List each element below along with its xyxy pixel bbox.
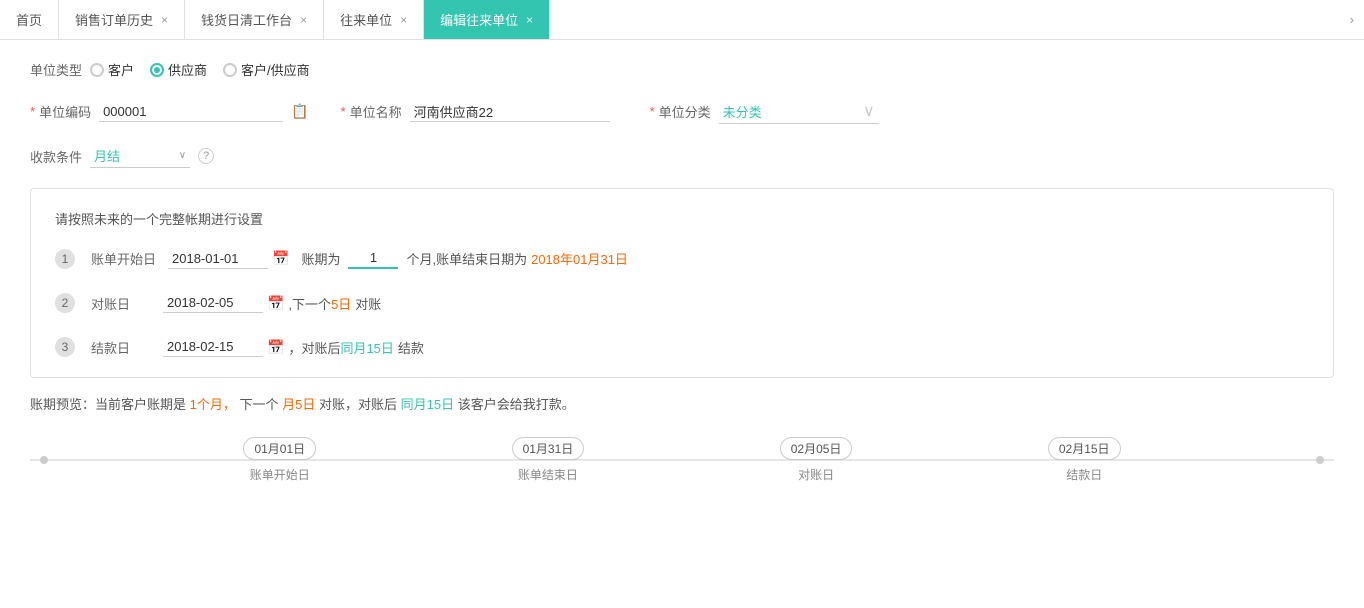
required-star-category: * (650, 104, 655, 119)
unit-type-label: 单位类型 (30, 60, 82, 79)
preview-highlight-2: 月5日 (282, 397, 315, 412)
period-count-input[interactable] (348, 248, 398, 269)
unit-name-input[interactable] (410, 102, 610, 122)
timeline-dot-left (40, 456, 48, 464)
payment-suffix: 结款 (398, 338, 424, 357)
calendar-icon-3[interactable]: 📅 (267, 339, 284, 356)
required-star-code: * (30, 104, 35, 119)
tab-edit-partner-unit[interactable]: 编辑往来单位 × (424, 0, 550, 39)
timeline-node-label-3: 对账日 (798, 466, 834, 483)
timeline-items: 01月01日 账单开始日 01月31日 账单结束日 02月05日 对账日 02月… (40, 437, 1324, 483)
unit-type-radio-group: 客户 供应商 客户/供应商 (90, 60, 310, 79)
tab-cash-work[interactable]: 钱货日清工作台 × (185, 0, 324, 39)
copy-icon[interactable]: 📋 (291, 103, 308, 120)
preview-text-3: 对账，对账后 (319, 397, 397, 412)
tab-close-sales-order-history[interactable]: × (161, 13, 168, 27)
reconciliation-prefix: ,下一个 (288, 294, 331, 313)
reconciliation-date-input[interactable] (163, 293, 263, 313)
tab-close-cash-work[interactable]: × (300, 13, 307, 27)
radio-label-supplier: 供应商 (168, 60, 207, 79)
tab-close-partner-unit[interactable]: × (400, 13, 407, 27)
preview-text-2: 下一个 (240, 397, 279, 412)
timeline-badge-2: 01月31日 (512, 437, 585, 460)
timeline-node-3: 02月05日 对账日 (780, 437, 853, 483)
payment-prefix: ，对账后 (288, 338, 340, 357)
timeline-node-2: 01月31日 账单结束日 (512, 437, 585, 483)
preview-highlight-3: 同月15日 (401, 397, 454, 412)
preview-text: 账期预览：当前客户账期是 1个月， 下一个 月5日 对账，对账后 同月15日 该… (30, 394, 1334, 413)
unit-category-value: 未分类 (723, 102, 857, 121)
payment-day-highlight: 同月15日 (340, 338, 393, 357)
unit-category-label: 单位分类 (659, 102, 711, 121)
account-start-date-input[interactable] (168, 249, 268, 269)
period-field-label-3: 结款日 (91, 338, 151, 357)
unit-name-label: 单位名称 (350, 102, 402, 121)
timeline-node-4: 02月15日 结款日 (1048, 437, 1121, 483)
radio-label-customer-supplier: 客户/供应商 (241, 60, 310, 79)
tab-home[interactable]: 首页 (0, 0, 59, 39)
period-number-3: 3 (55, 337, 75, 357)
timeline-node-label-4: 结款日 (1066, 466, 1102, 483)
tab-partner-unit[interactable]: 往来单位 × (324, 0, 424, 39)
period-row-1: 1 账单开始日 📅 账期为 个月,账单结束日期为 2018年01月31日 (55, 248, 1309, 269)
preview-text-4: 该客户会给我打款。 (458, 397, 575, 412)
payment-row: 收款条件 月结 ∨ ? (30, 144, 1334, 168)
radio-customer-supplier[interactable]: 客户/供应商 (223, 60, 310, 79)
radio-customer[interactable]: 客户 (90, 60, 134, 79)
unit-category-dropdown[interactable]: 未分类 ∨ (719, 99, 879, 124)
calendar-icon-1[interactable]: 📅 (272, 250, 289, 267)
calendar-icon-2[interactable]: 📅 (267, 295, 284, 312)
timeline-badge-3: 02月05日 (780, 437, 853, 460)
timeline-badge-1: 01月01日 (243, 437, 316, 460)
help-icon[interactable]: ? (198, 148, 214, 164)
payment-label: 收款条件 (30, 147, 82, 166)
radio-circle-customer (90, 63, 104, 77)
reconciliation-suffix: 对账 (355, 294, 381, 313)
payment-value: 月结 (94, 146, 175, 165)
period-count-suffix: 个月,账单结束日期为 (406, 249, 527, 268)
timeline-node-1: 01月01日 账单开始日 (243, 437, 316, 483)
tab-sales-order-history[interactable]: 销售订单历史 × (59, 0, 185, 39)
timeline-badge-4: 02月15日 (1048, 437, 1121, 460)
period-settings-section: 请按照未来的一个完整帐期进行设置 1 账单开始日 📅 账期为 个月,账单结束日期… (30, 188, 1334, 378)
period-suffix-1: 账期为 (301, 249, 340, 268)
period-field-label-1: 账单开始日 (91, 249, 156, 268)
period-number-2: 2 (55, 293, 75, 313)
required-star-name: * (341, 104, 346, 119)
reconciliation-day-highlight: 5日 (331, 294, 351, 313)
unit-info-row: * 单位编码 📋 * 单位名称 * 单位分类 未分类 ∨ (30, 99, 1334, 124)
timeline-node-label-1: 账单开始日 (250, 466, 310, 483)
unit-type-row: 单位类型 客户 供应商 客户/供应商 (30, 60, 1334, 79)
tab-bar: 首页 销售订单历史 × 钱货日清工作台 × 往来单位 × 编辑往来单位 × › (0, 0, 1364, 40)
timeline: 01月01日 账单开始日 01月31日 账单结束日 02月05日 对账日 02月… (30, 437, 1334, 483)
period-row-3: 3 结款日 📅 ，对账后 同月15日 结款 (55, 337, 1309, 357)
period-row-2: 2 对账日 📅 ,下一个 5日 对账 (55, 293, 1309, 313)
chevron-down-icon: ∨ (863, 101, 875, 121)
radio-label-customer: 客户 (108, 60, 134, 79)
period-number-1: 1 (55, 249, 75, 269)
timeline-dot-right (1316, 456, 1324, 464)
unit-code-input[interactable] (99, 102, 283, 122)
tab-more-button[interactable]: › (1340, 0, 1364, 39)
payment-chevron-down-icon: ∨ (179, 150, 186, 161)
payment-dropdown[interactable]: 月结 ∨ (90, 144, 190, 168)
tab-close-edit-partner-unit[interactable]: × (526, 13, 533, 27)
unit-category-group: * 单位分类 未分类 ∨ (650, 99, 879, 124)
radio-circle-supplier (150, 63, 164, 77)
main-content: 单位类型 客户 供应商 客户/供应商 * 单位编码 📋 * 单位名称 * (0, 40, 1364, 608)
period-field-label-2: 对账日 (91, 294, 151, 313)
preview-label: 账期预览：当前客户账期是 (30, 397, 186, 412)
section-title: 请按照未来的一个完整帐期进行设置 (55, 209, 1309, 228)
payment-date-input[interactable] (163, 337, 263, 357)
chevron-right-icon: › (1350, 12, 1354, 27)
period-end-date-highlight: 2018年01月31日 (531, 249, 628, 268)
unit-code-label: 单位编码 (39, 102, 91, 121)
timeline-node-label-2: 账单结束日 (518, 466, 578, 483)
radio-supplier[interactable]: 供应商 (150, 60, 207, 79)
radio-circle-customer-supplier (223, 63, 237, 77)
preview-highlight-1: 1个月， (190, 397, 236, 412)
